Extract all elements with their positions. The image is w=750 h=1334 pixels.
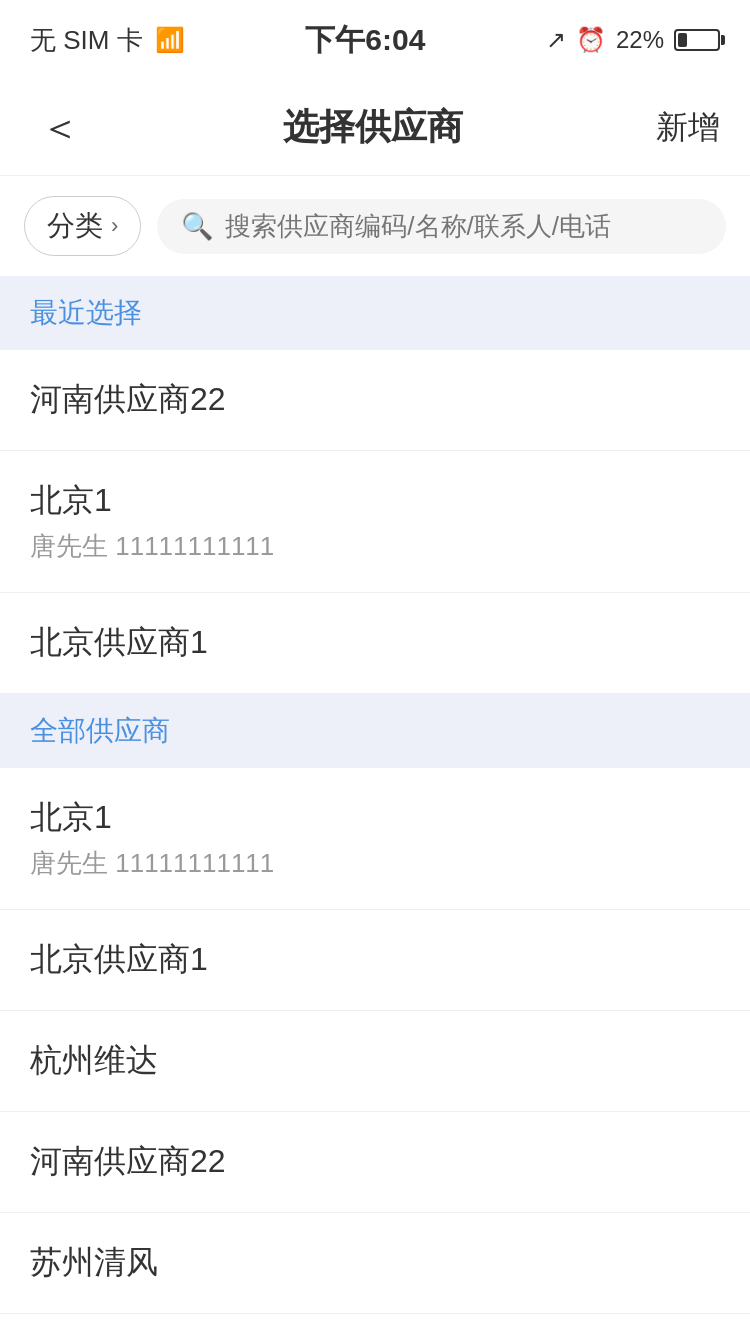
list-item[interactable]: 北京1 唐先生 11111111111 [0, 451, 750, 593]
section-header-all: 全部供应商 [0, 694, 750, 768]
list-item[interactable]: 苏州清风 [0, 1213, 750, 1314]
search-icon: 🔍 [181, 211, 213, 242]
battery-percent: 22% [616, 26, 664, 54]
list-item[interactable]: 杭州维达 [0, 1011, 750, 1112]
item-name: 河南供应商22 [30, 1140, 720, 1184]
status-right: ↗ ⏰ 22% [546, 26, 720, 54]
item-name: 北京1 [30, 479, 720, 523]
item-name: 苏州清风 [30, 1241, 720, 1285]
battery-icon [674, 29, 720, 51]
list-item[interactable]: 河南供应商22 [0, 1112, 750, 1213]
item-sub: 唐先生 11111111111 [30, 846, 720, 881]
item-name: 北京1 [30, 796, 720, 840]
list-item[interactable]: 河南供应商22 [0, 350, 750, 451]
item-name: 河南供应商22 [30, 378, 720, 422]
list-item[interactable]: 北京供应商1 [0, 593, 750, 694]
status-left: 无 SIM 卡 📶 [30, 23, 185, 58]
nav-bar: ＜ 选择供应商 新增 [0, 80, 750, 176]
status-time: 下午6:04 [305, 20, 425, 61]
category-label: 分类 [47, 207, 103, 245]
supplier-list: 最近选择河南供应商22 北京1 唐先生 11111111111 北京供应商1 全部供应商… [0, 276, 750, 1314]
add-button[interactable]: 新增 [656, 106, 720, 150]
category-button[interactable]: 分类 › [24, 196, 141, 256]
item-name: 北京供应商1 [30, 938, 720, 982]
item-name: 北京供应商1 [30, 621, 720, 665]
location-icon: ↗ [546, 26, 566, 54]
alarm-icon: ⏰ [576, 26, 606, 54]
wifi-icon: 📶 [155, 26, 185, 54]
status-bar: 无 SIM 卡 📶 下午6:04 ↗ ⏰ 22% [0, 0, 750, 80]
carrier-label: 无 SIM 卡 [30, 23, 143, 58]
item-sub: 唐先生 11111111111 [30, 529, 720, 564]
page-title: 选择供应商 [283, 103, 463, 152]
list-item[interactable]: 北京1 唐先生 11111111111 [0, 768, 750, 910]
section-header-recent: 最近选择 [0, 276, 750, 350]
search-box[interactable]: 🔍 [157, 199, 726, 254]
back-button[interactable]: ＜ [30, 90, 90, 165]
search-input[interactable] [225, 211, 702, 242]
battery-fill [678, 33, 687, 47]
filter-bar: 分类 › 🔍 [0, 176, 750, 276]
chevron-right-icon: › [111, 213, 118, 239]
list-item[interactable]: 北京供应商1 [0, 910, 750, 1011]
item-name: 杭州维达 [30, 1039, 720, 1083]
